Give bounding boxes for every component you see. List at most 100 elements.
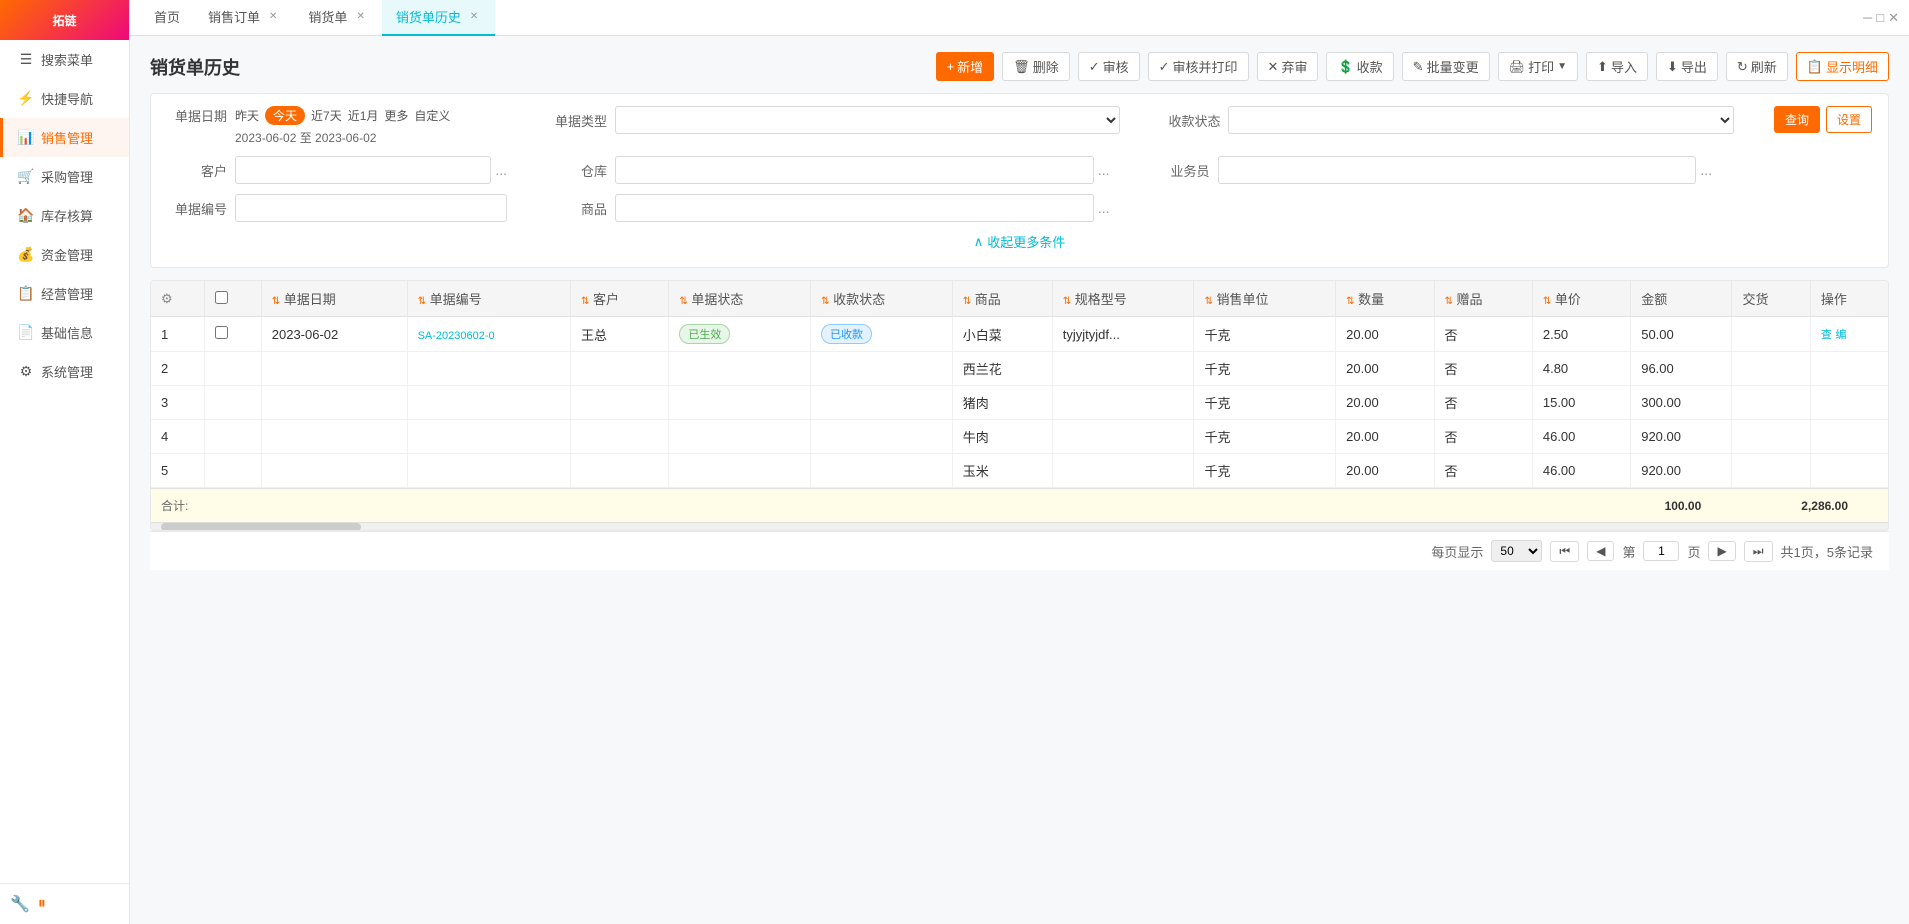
abandon-button[interactable]: ✕ 弃审 xyxy=(1257,52,1319,81)
first-page-button[interactable]: ⏮ xyxy=(1550,541,1579,562)
sidebar-item-purchase-mgmt[interactable]: 🛒 采购管理 xyxy=(0,157,129,196)
import-button[interactable]: ⬆ 导入 xyxy=(1586,52,1648,81)
th-qty[interactable]: ⇅ 数量 xyxy=(1336,281,1434,317)
shortcut-more[interactable]: 更多 xyxy=(384,107,408,124)
audit-print-button[interactable]: ✓ 审核并打印 xyxy=(1148,52,1249,81)
audit-button[interactable]: ✓ 审核 xyxy=(1078,52,1140,81)
row-checkbox-cell[interactable] xyxy=(205,352,262,386)
sidebar-item-fund-mgmt[interactable]: 💰 资金管理 xyxy=(0,235,129,274)
window-close-icon[interactable]: ✕ xyxy=(1888,10,1899,26)
prev-page-button[interactable]: ◀ xyxy=(1587,541,1614,561)
customer-cell: 王总 xyxy=(571,317,669,352)
shortcut-today[interactable]: 今天 xyxy=(265,106,305,125)
per-page-select[interactable]: 50 100 200 xyxy=(1491,540,1542,562)
th-unit-price[interactable]: ⇅ 单价 xyxy=(1532,281,1630,317)
sidebar-item-sales-mgmt[interactable]: 📊 销售管理 xyxy=(0,118,129,157)
window-maximize-icon[interactable]: □ xyxy=(1876,10,1884,25)
sort-date-icon[interactable]: ⇅ xyxy=(272,296,280,307)
settings-icon[interactable]: 🔧 xyxy=(10,894,30,914)
th-gift[interactable]: ⇅ 赠品 xyxy=(1434,281,1532,317)
th-order-no[interactable]: ⇅ 单据编号 xyxy=(407,281,570,317)
sort-order-no-icon[interactable]: ⇅ xyxy=(418,296,426,307)
salesperson-select-icon[interactable]: ... xyxy=(1700,162,1712,178)
delete-button[interactable]: 🗑 删除 xyxy=(1002,52,1070,81)
salesperson-input[interactable] xyxy=(1218,156,1697,184)
sidebar-item-inventory-calc[interactable]: 🏠 库存核算 xyxy=(0,196,129,235)
sort-customer-icon[interactable]: ⇅ xyxy=(581,296,589,307)
th-date[interactable]: ⇅ 单据日期 xyxy=(261,281,407,317)
goods-select-icon[interactable]: ... xyxy=(1098,200,1110,216)
close-sales-order-tab[interactable]: ✕ xyxy=(266,10,280,23)
export-button[interactable]: ⬇ 导出 xyxy=(1656,52,1718,81)
tab-home[interactable]: 首页 xyxy=(140,0,194,36)
refresh-button[interactable]: ↻ 刷新 xyxy=(1726,52,1788,81)
show-detail-button[interactable]: 📋 显示明细 xyxy=(1796,52,1889,81)
new-button[interactable]: + 新增 xyxy=(936,52,995,81)
close-sales-goods-tab[interactable]: ✕ xyxy=(353,10,367,23)
sidebar-item-basic-info[interactable]: 📄 基础信息 xyxy=(0,313,129,352)
tab-sales-order[interactable]: 销售订单 ✕ xyxy=(194,0,294,36)
sort-doc-status-icon[interactable]: ⇅ xyxy=(679,296,687,307)
type-select[interactable] xyxy=(615,106,1120,134)
horizontal-scrollbar[interactable] xyxy=(151,522,1888,530)
shortcut-1month[interactable]: 近1月 xyxy=(348,107,379,124)
sort-spec-icon[interactable]: ⇅ xyxy=(1063,296,1071,307)
sort-unit-price-icon[interactable]: ⇅ xyxy=(1543,296,1551,307)
goods-input[interactable] xyxy=(615,194,1094,222)
shortcut-custom[interactable]: 自定义 xyxy=(414,107,450,124)
sidebar-item-quick-nav[interactable]: ⚡ 快捷导航 xyxy=(0,79,129,118)
collect-button[interactable]: 💲 收款 xyxy=(1326,52,1393,81)
doc-status-cell xyxy=(669,386,811,420)
row-checkbox[interactable] xyxy=(215,326,228,339)
order-no-input[interactable] xyxy=(235,194,507,222)
view-action-link[interactable]: 查 xyxy=(1821,329,1832,341)
page-number-input[interactable] xyxy=(1643,541,1679,561)
collapse-button[interactable]: ∧ 收起更多条件 xyxy=(974,228,1066,255)
customer-select-icon[interactable]: ... xyxy=(495,162,507,178)
sort-pay-status-icon[interactable]: ⇅ xyxy=(821,296,829,307)
sort-goods-icon[interactable]: ⇅ xyxy=(963,296,971,307)
row-checkbox-cell[interactable] xyxy=(205,317,262,352)
query-button[interactable]: 查询 xyxy=(1774,106,1820,133)
th-gear[interactable]: ⚙ xyxy=(151,281,205,317)
row-checkbox-cell[interactable] xyxy=(205,420,262,454)
import-icon: ⬆ xyxy=(1597,59,1608,75)
th-customer[interactable]: ⇅ 客户 xyxy=(571,281,669,317)
sidebar-item-search-menu[interactable]: ☰ 搜索菜单 xyxy=(0,40,129,79)
th-unit[interactable]: ⇅ 销售单位 xyxy=(1194,281,1336,317)
select-all-checkbox[interactable] xyxy=(215,291,228,304)
shortcut-7days[interactable]: 近7天 xyxy=(311,107,342,124)
sort-gift-icon[interactable]: ⇅ xyxy=(1445,296,1453,307)
edit-action-link[interactable]: 编 xyxy=(1835,329,1846,341)
sort-qty-icon[interactable]: ⇅ xyxy=(1346,296,1354,307)
qty-cell: 20.00 xyxy=(1336,420,1434,454)
row-checkbox-cell[interactable] xyxy=(205,386,262,420)
tab-sales-goods[interactable]: 销货单 ✕ xyxy=(294,0,381,36)
close-sales-history-tab[interactable]: ✕ xyxy=(467,10,481,23)
th-goods[interactable]: ⇅ 商品 xyxy=(952,281,1052,317)
sort-unit-icon[interactable]: ⇅ xyxy=(1204,296,1212,307)
quick-nav-icon: ⚡ xyxy=(17,90,35,107)
shortcut-yesterday[interactable]: 昨天 xyxy=(235,107,259,124)
tab-sales-history[interactable]: 销货单历史 ✕ xyxy=(382,0,495,36)
scrollbar-thumb[interactable] xyxy=(161,523,361,531)
warehouse-input[interactable] xyxy=(615,156,1094,184)
th-doc-status[interactable]: ⇅ 单据状态 xyxy=(669,281,811,317)
warehouse-select-icon[interactable]: ... xyxy=(1098,162,1110,178)
next-page-button[interactable]: ▶ xyxy=(1708,541,1735,561)
sidebar-item-system-mgmt[interactable]: ⚙ 系统管理 xyxy=(0,352,129,391)
row-checkbox-cell[interactable] xyxy=(205,454,262,488)
sidebar-item-business-mgmt[interactable]: 📋 经营管理 xyxy=(0,274,129,313)
last-page-button[interactable]: ⏭ xyxy=(1744,541,1773,562)
window-minimize-icon[interactable]: ─ xyxy=(1863,10,1872,25)
order-no-link[interactable]: SA-20230602-0 xyxy=(418,330,495,342)
settings-button[interactable]: 设置 xyxy=(1826,106,1872,133)
customer-input[interactable] xyxy=(235,156,491,184)
print-button[interactable]: 🖨 打印 ▼ xyxy=(1498,52,1578,81)
status-select[interactable] xyxy=(1228,106,1733,134)
th-pay-status[interactable]: ⇅ 收款状态 xyxy=(811,281,953,317)
th-checkbox[interactable] xyxy=(205,281,262,317)
batch-change-button[interactable]: ✎ 批量变更 xyxy=(1402,52,1490,81)
th-spec[interactable]: ⇅ 规格型号 xyxy=(1052,281,1194,317)
pause-icon[interactable]: ⏸ xyxy=(38,895,46,913)
